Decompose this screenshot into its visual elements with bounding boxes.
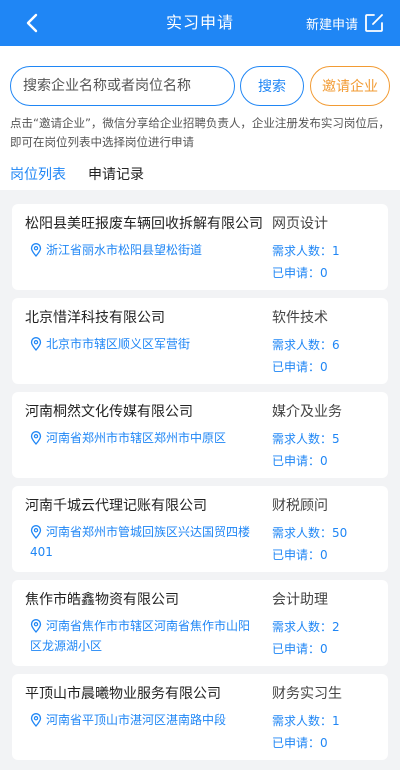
required-count: 需求人数：50 xyxy=(272,526,348,540)
company-name: 河南千城云代理记账有限公司 xyxy=(25,498,207,514)
search-button[interactable]: 搜索 xyxy=(240,66,304,106)
position-name: 财务实习生 xyxy=(272,686,342,702)
applied-count: 已申请：0 xyxy=(272,266,328,280)
applied-count: 已申请：0 xyxy=(272,736,328,750)
applied-count: 已申请：0 xyxy=(272,454,328,468)
tab-application-records[interactable]: 申请记录 xyxy=(88,164,144,184)
location-text: 浙江省丽水市松阳县望松街道 xyxy=(46,243,203,257)
job-location: 河南省焦作市市辖区河南省焦作市山阳区龙源湖小区 xyxy=(30,616,260,656)
job-card[interactable]: 焦作市皓鑫物资有限公司 会计助理 河南省焦作市市辖区河南省焦作市山阳区龙源湖小区… xyxy=(12,580,388,666)
position-name: 会计助理 xyxy=(272,592,328,608)
location-text: 河南省郑州市市辖区郑州市中原区 xyxy=(46,431,227,445)
job-location: 河南省平顶山市湛河区湛南路中段 xyxy=(30,710,260,730)
job-location: 北京市市辖区顺义区军营街 xyxy=(30,334,260,354)
search-input[interactable] xyxy=(10,66,235,106)
company-name: 松阳县美旺报废车辆回收拆解有限公司 xyxy=(25,216,263,232)
required-count: 需求人数：6 xyxy=(272,338,340,352)
job-card[interactable]: 北京惜洋科技有限公司 软件技术 北京市市辖区顺义区军营街 需求人数：6 已申请：… xyxy=(12,298,388,384)
location-pin-icon xyxy=(30,243,42,257)
location-pin-icon xyxy=(30,713,42,727)
company-name: 河南桐然文化传媒有限公司 xyxy=(25,404,193,420)
applied-count: 已申请：0 xyxy=(272,360,328,374)
job-location: 河南省郑州市管城回族区兴达国贸四楼401 xyxy=(30,522,260,562)
new-application-button[interactable]: 新建申请 xyxy=(306,10,384,36)
job-location: 浙江省丽水市松阳县望松街道 xyxy=(30,240,260,260)
tab-bar: 岗位列表 申请记录 xyxy=(0,158,400,190)
search-area: 搜索 邀请企业 点击“邀请企业”，微信分享给企业招聘负责人，企业注册发布实习岗位… xyxy=(0,46,400,158)
company-name: 北京惜洋科技有限公司 xyxy=(25,310,165,326)
required-count: 需求人数：1 xyxy=(272,714,340,728)
position-name: 财税顾问 xyxy=(272,498,328,514)
job-location: 河南省郑州市市辖区郑州市中原区 xyxy=(30,428,260,448)
required-count: 需求人数：2 xyxy=(272,620,340,634)
applied-count: 已申请：0 xyxy=(272,642,328,656)
job-card[interactable]: 河南桐然文化传媒有限公司 媒介及业务 河南省郑州市市辖区郑州市中原区 需求人数：… xyxy=(12,392,388,478)
job-card[interactable]: 松阳县美旺报废车辆回收拆解有限公司 网页设计 浙江省丽水市松阳县望松街道 需求人… xyxy=(12,204,388,290)
location-pin-icon xyxy=(30,337,42,351)
company-name: 平顶山市晨曦物业服务有限公司 xyxy=(25,686,221,702)
company-name: 焦作市皓鑫物资有限公司 xyxy=(25,592,179,608)
location-text: 河南省平顶山市湛河区湛南路中段 xyxy=(46,713,227,727)
job-card[interactable]: 平顶山市晨曦物业服务有限公司 财务实习生 河南省平顶山市湛河区湛南路中段 需求人… xyxy=(12,674,388,760)
location-pin-icon xyxy=(30,525,42,539)
required-count: 需求人数：5 xyxy=(272,432,340,446)
location-text: 河南省焦作市市辖区河南省焦作市山阳区龙源湖小区 xyxy=(30,619,251,653)
position-name: 网页设计 xyxy=(272,216,328,232)
edit-icon xyxy=(365,14,383,32)
position-name: 软件技术 xyxy=(272,310,328,326)
position-name: 媒介及业务 xyxy=(272,404,342,420)
location-text: 河南省郑州市管城回族区兴达国贸四楼401 xyxy=(30,525,251,559)
required-count: 需求人数：1 xyxy=(272,244,340,258)
invite-hint: 点击“邀请企业”，微信分享给企业招聘负责人，企业注册发布实习岗位后，即可在岗位列… xyxy=(10,116,390,149)
new-application-label: 新建申请 xyxy=(305,17,358,33)
tab-position-list[interactable]: 岗位列表 xyxy=(10,164,66,184)
job-card[interactable]: 河南千城云代理记账有限公司 财税顾问 河南省郑州市管城回族区兴达国贸四楼401 … xyxy=(12,486,388,572)
invite-company-button[interactable]: 邀请企业 xyxy=(310,66,390,106)
location-pin-icon xyxy=(30,431,42,445)
location-text: 北京市市辖区顺义区军营街 xyxy=(46,337,191,351)
app-header: 实习申请 新建申请 xyxy=(0,0,400,46)
applied-count: 已申请：0 xyxy=(272,548,328,562)
location-pin-icon xyxy=(30,619,42,633)
